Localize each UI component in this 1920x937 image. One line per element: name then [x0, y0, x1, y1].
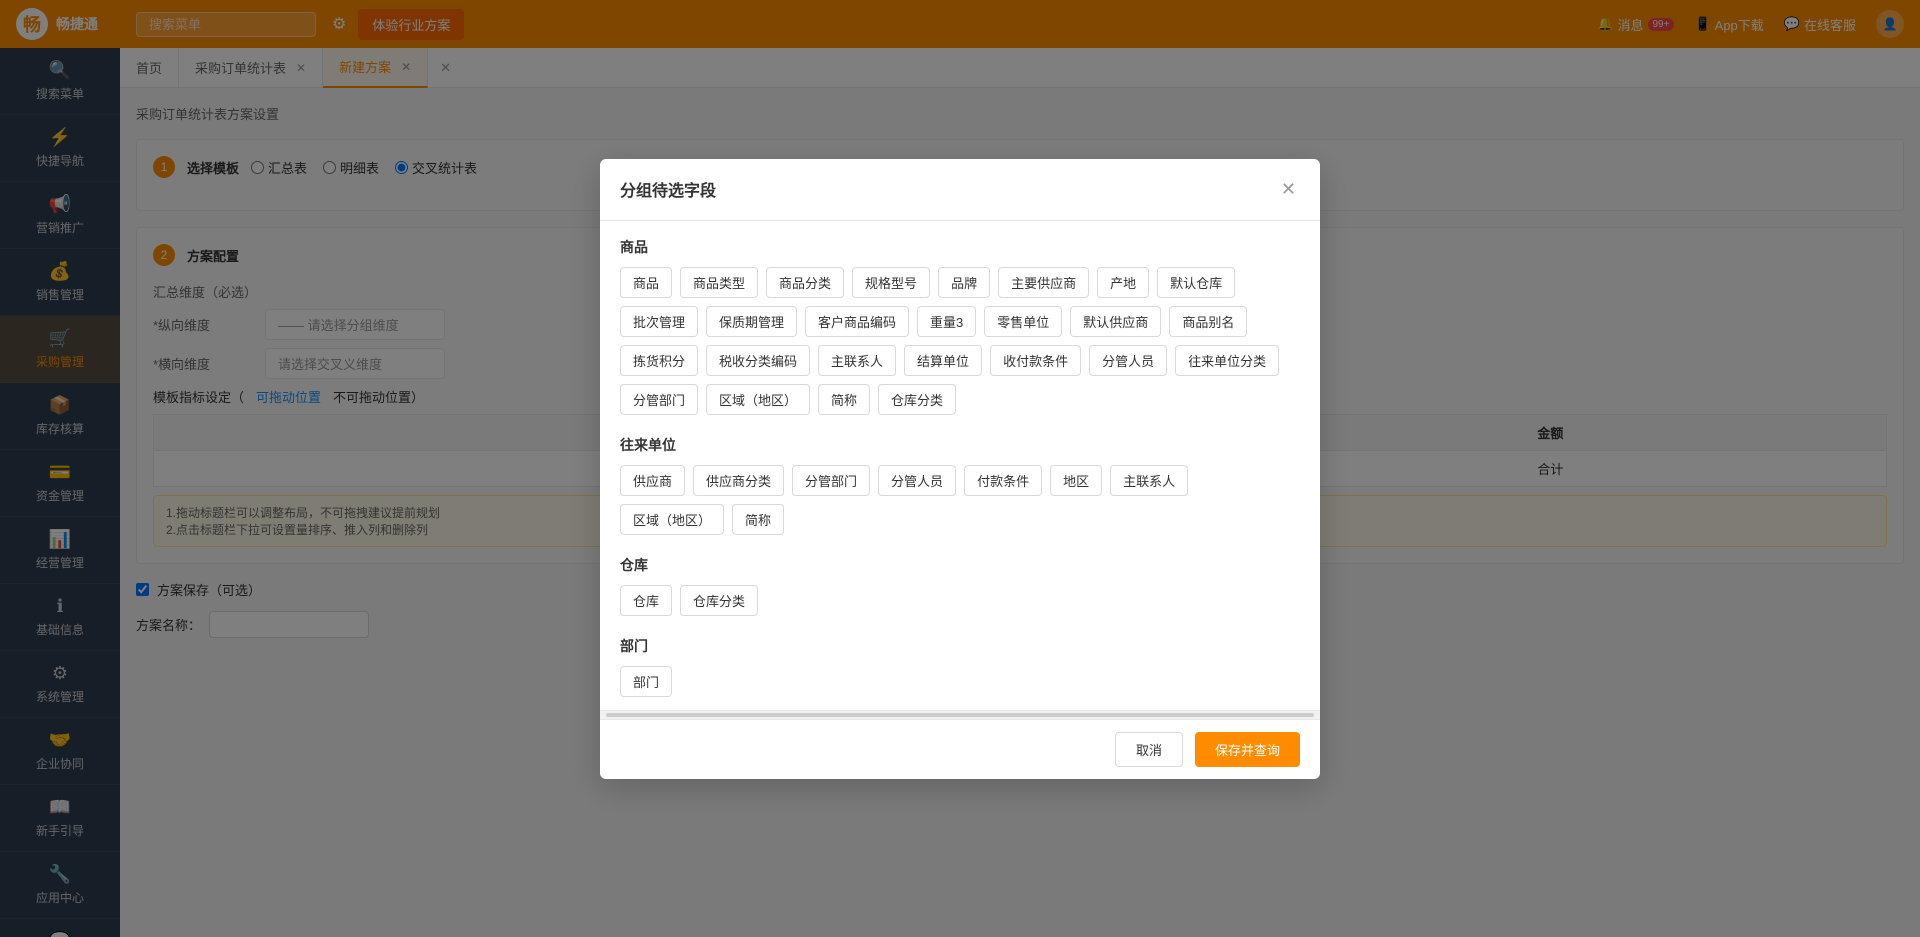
modal-title: 分组待选字段	[620, 177, 716, 201]
field-tag[interactable]: 往来单位分类	[1175, 345, 1279, 376]
field-tag[interactable]: 部门	[620, 666, 672, 697]
field-tag[interactable]: 品牌	[938, 267, 990, 298]
section-department-fields: 部门	[620, 666, 1300, 697]
field-tag[interactable]: 商品分类	[766, 267, 844, 298]
field-tag[interactable]: 区域（地区）	[706, 384, 810, 415]
modal-header: 分组待选字段 ✕	[600, 159, 1320, 221]
section-product-title: 商品	[620, 237, 1300, 257]
field-tag[interactable]: 结算单位	[904, 345, 982, 376]
field-tag[interactable]: 简称	[732, 504, 784, 535]
save-query-button[interactable]: 保存并查询	[1195, 732, 1300, 767]
section-partner-fields: 供应商 供应商分类 分管部门 分管人员 付款条件 地区 主联系人 区域（地区） …	[620, 465, 1300, 535]
modal-close-button[interactable]: ✕	[1277, 175, 1300, 204]
field-tag[interactable]: 供应商	[620, 465, 685, 496]
field-tag[interactable]: 零售单位	[984, 306, 1062, 337]
section-department: 部门 部门	[620, 636, 1300, 697]
field-tag[interactable]: 默认仓库	[1157, 267, 1235, 298]
section-warehouse-fields: 仓库 仓库分类	[620, 585, 1300, 616]
section-product-fields: 商品 商品类型 商品分类 规格型号 品牌 主要供应商 产地 默认仓库 批次管理 …	[620, 267, 1300, 415]
section-product: 商品 商品 商品类型 商品分类 规格型号 品牌 主要供应商 产地 默认仓库 批次…	[620, 237, 1300, 415]
field-tag[interactable]: 保质期管理	[706, 306, 797, 337]
field-tag[interactable]: 客户商品编码	[805, 306, 909, 337]
field-tag[interactable]: 商品类型	[680, 267, 758, 298]
field-tag[interactable]: 规格型号	[852, 267, 930, 298]
section-warehouse-title: 仓库	[620, 555, 1300, 575]
section-department-title: 部门	[620, 636, 1300, 656]
modal-body: 商品 商品 商品类型 商品分类 规格型号 品牌 主要供应商 产地 默认仓库 批次…	[600, 221, 1320, 711]
field-tag[interactable]: 区域（地区）	[620, 504, 724, 535]
section-warehouse: 仓库 仓库 仓库分类	[620, 555, 1300, 616]
field-tag[interactable]: 主要供应商	[998, 267, 1089, 298]
field-tag[interactable]: 商品别名	[1169, 306, 1247, 337]
modal-overlay: 分组待选字段 ✕ 商品 商品 商品类型 商品分类 规格型号 品牌 主要供应商 产…	[0, 0, 1920, 937]
field-tag[interactable]: 主联系人	[818, 345, 896, 376]
field-tag[interactable]: 仓库	[620, 585, 672, 616]
field-tag[interactable]: 重量3	[917, 306, 976, 337]
section-partner-title: 往来单位	[620, 435, 1300, 455]
field-tag[interactable]: 产地	[1097, 267, 1149, 298]
field-tag[interactable]: 收付款条件	[990, 345, 1081, 376]
field-tag[interactable]: 分管人员	[878, 465, 956, 496]
field-tag[interactable]: 默认供应商	[1070, 306, 1161, 337]
field-tag[interactable]: 仓库分类	[878, 384, 956, 415]
field-tag[interactable]: 商品	[620, 267, 672, 298]
section-partner: 往来单位 供应商 供应商分类 分管部门 分管人员 付款条件 地区 主联系人 区域…	[620, 435, 1300, 535]
field-tag[interactable]: 地区	[1050, 465, 1102, 496]
field-tag[interactable]: 仓库分类	[680, 585, 758, 616]
field-tag[interactable]: 供应商分类	[693, 465, 784, 496]
field-tag[interactable]: 分管部门	[792, 465, 870, 496]
field-tag[interactable]: 税收分类编码	[706, 345, 810, 376]
field-tag[interactable]: 拣货积分	[620, 345, 698, 376]
field-tag[interactable]: 分管部门	[620, 384, 698, 415]
field-tag[interactable]: 简称	[818, 384, 870, 415]
field-tag[interactable]: 主联系人	[1110, 465, 1188, 496]
field-tag[interactable]: 分管人员	[1089, 345, 1167, 376]
modal-footer: 取消 保存并查询	[600, 719, 1320, 779]
modal-horizontal-scrollbar[interactable]	[600, 710, 1320, 718]
cancel-button[interactable]: 取消	[1115, 732, 1183, 767]
field-tag[interactable]: 付款条件	[964, 465, 1042, 496]
modal-dialog: 分组待选字段 ✕ 商品 商品 商品类型 商品分类 规格型号 品牌 主要供应商 产…	[600, 159, 1320, 779]
field-tag[interactable]: 批次管理	[620, 306, 698, 337]
